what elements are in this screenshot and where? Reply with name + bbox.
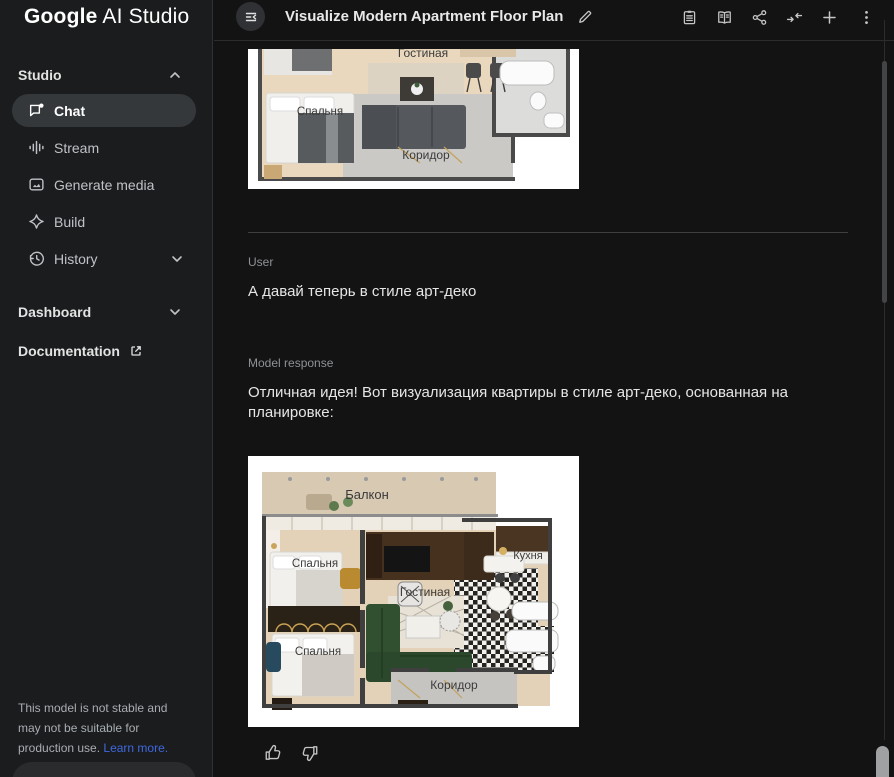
spark-icon xyxy=(28,213,45,230)
sidebar-item-label: Stream xyxy=(54,139,100,156)
edit-title-button[interactable] xyxy=(575,7,595,27)
thumbs-up-icon xyxy=(265,744,281,760)
add-icon xyxy=(822,10,836,24)
compare-button[interactable] xyxy=(713,6,735,28)
sidebar-item-label: History xyxy=(54,250,98,267)
sidebar: Google AI Studio Studio Chat Stream Gene… xyxy=(0,0,213,777)
chat-scrollbar-thumb[interactable] xyxy=(882,61,887,303)
sidebar-item-documentation[interactable]: Documentation xyxy=(18,341,196,361)
sidebar-item-label: Chat xyxy=(54,102,86,119)
collapse-sidebar-button[interactable] xyxy=(236,2,265,31)
logo-suffix-text: AI Studio xyxy=(97,5,190,28)
get-api-key-button[interactable]: Get API key xyxy=(12,762,196,777)
room-label-bedroom-bottom: Спальня xyxy=(295,646,341,658)
studio-section-label: Studio xyxy=(18,67,62,83)
floor-plan-image-artdeco[interactable]: Балкон Спальня Кухня Гостиная Спальня Ко… xyxy=(248,456,579,727)
sidebar-section-studio[interactable]: Studio xyxy=(18,65,196,85)
chevron-down-icon xyxy=(170,252,184,266)
chat-title: Visualize Modern Apartment Floor Plan xyxy=(285,8,564,25)
external-link-icon xyxy=(129,344,143,358)
new-chat-button[interactable] xyxy=(818,6,840,28)
room-label-living: Гостиная xyxy=(400,585,450,599)
window-scrollbar-thumb[interactable] xyxy=(876,746,889,777)
more-options-button[interactable] xyxy=(855,6,877,28)
sidebar-item-label: Build xyxy=(54,213,86,230)
system-instructions-icon xyxy=(683,10,695,24)
room-label-living: Гостиная xyxy=(398,49,448,60)
sidebar-section-dashboard[interactable]: Dashboard xyxy=(18,302,196,322)
room-label-balcony: Балкон xyxy=(345,487,389,502)
chevron-up-icon xyxy=(168,68,182,82)
sidebar-item-generate-media[interactable]: Generate media xyxy=(12,168,196,201)
sidebar-item-label: Generate media xyxy=(54,176,155,193)
documentation-label: Documentation xyxy=(18,343,120,359)
sidebar-item-build[interactable]: Build xyxy=(12,205,196,238)
room-label-kitchen: Кухня xyxy=(513,550,542,562)
waveform-icon xyxy=(28,139,45,156)
collapse-panels-button[interactable] xyxy=(783,6,805,28)
media-image-icon xyxy=(28,176,45,193)
compare-book-icon xyxy=(717,10,731,24)
chevron-down-icon xyxy=(168,305,182,319)
sidebar-item-chat[interactable]: Chat xyxy=(12,94,196,127)
dashboard-section-label: Dashboard xyxy=(18,304,92,320)
app-window: Google AI Studio Studio Chat Stream Gene… xyxy=(0,0,894,777)
merge-arrows-icon xyxy=(786,12,802,22)
google-ai-studio-logo[interactable]: Google AI Studio xyxy=(24,5,189,29)
share-icon xyxy=(752,9,766,25)
learn-more-link[interactable]: Learn more. xyxy=(103,741,168,755)
turn-divider xyxy=(248,232,848,233)
model-stability-disclaimer: This model is not stable and may not be … xyxy=(18,698,190,758)
history-clock-icon xyxy=(28,250,45,267)
room-label-bedroom-top: Спальня xyxy=(292,558,338,570)
model-role-label: Model response xyxy=(248,356,334,370)
room-label-corridor: Коридор xyxy=(402,148,450,162)
sidebar-item-history[interactable]: History xyxy=(12,242,196,275)
thumbs-up-button[interactable] xyxy=(263,743,283,763)
floor-plan-image-modern[interactable]: Гостиная Спальня Коридор xyxy=(248,49,579,189)
user-message: А давай теперь в стиле арт-деко xyxy=(248,283,477,300)
edit-pencil-icon xyxy=(579,10,592,23)
more-vert-icon xyxy=(864,10,868,24)
chat-header: Visualize Modern Apartment Floor Plan xyxy=(214,0,894,41)
share-button[interactable] xyxy=(748,6,770,28)
user-role-label: User xyxy=(248,255,274,269)
thumbs-down-icon xyxy=(302,746,318,762)
chat-bubble-icon xyxy=(28,102,45,119)
sidebar-item-stream[interactable]: Stream xyxy=(12,131,196,164)
logo-google-text: Google xyxy=(24,5,98,28)
model-message: Отличная идея! Вот визуализация квартиры… xyxy=(248,384,788,421)
system-instructions-button[interactable] xyxy=(678,6,700,28)
room-label-bedroom: Спальня xyxy=(297,106,343,118)
collapse-sidebar-icon xyxy=(245,12,256,21)
main-area: Visualize Modern Apartment Floor Plan Го… xyxy=(214,0,894,777)
thumbs-down-button[interactable] xyxy=(300,743,320,763)
room-label-corridor: Коридор xyxy=(430,678,478,692)
